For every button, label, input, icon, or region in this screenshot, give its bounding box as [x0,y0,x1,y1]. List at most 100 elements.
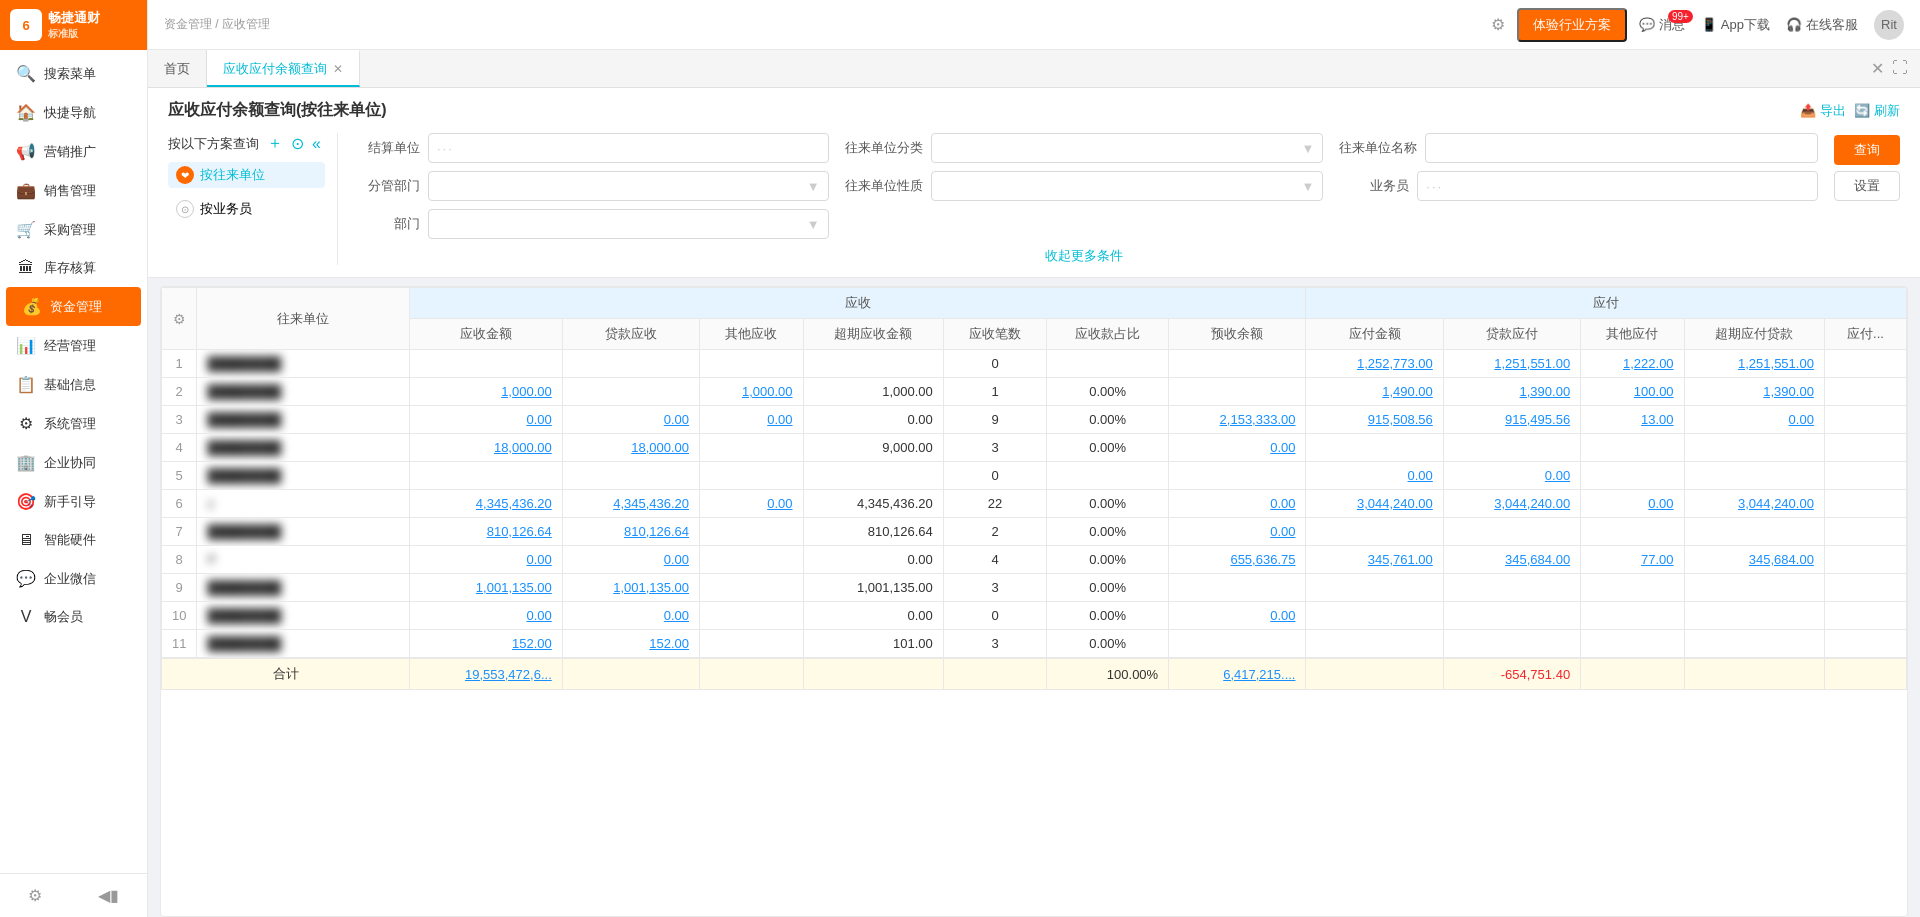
input-settlement-unit[interactable]: ··· [428,133,829,163]
add-scheme-btn[interactable]: ＋ [267,133,283,154]
ar-amount[interactable]: 0.00 [410,406,563,434]
collapse-more-btn[interactable]: 收起更多条件 [1045,244,1123,267]
prepay[interactable]: 0.00 [1169,434,1306,462]
ap-loan[interactable]: 915,495.56 [1443,406,1580,434]
ar-loan[interactable]: 0.00 [562,602,699,630]
prepay[interactable]: 655,636.75 [1169,546,1306,574]
ap-amount[interactable]: 3,044,240.00 [1306,490,1443,518]
app-download-btn[interactable]: 📱 App下载 [1701,16,1770,34]
ar-other[interactable]: 1,000.00 [700,378,803,406]
ap-other[interactable]: 13.00 [1581,406,1684,434]
sidebar-item-system[interactable]: ⚙系统管理 [0,404,147,443]
sidebar-item-inventory[interactable]: 🏛库存核算 [0,249,147,287]
ap-loan[interactable]: 1,390.00 [1443,378,1580,406]
ar-loan[interactable]: 18,000.00 [562,434,699,462]
ap-amount[interactable]: 915,508.56 [1306,406,1443,434]
ap-overdue[interactable]: 1,251,551.00 [1684,350,1824,378]
ar-amount[interactable]: 152.00 [410,630,563,659]
message-btn[interactable]: 💬 消息 99+ [1639,16,1685,34]
ar-loan[interactable]: 152.00 [562,630,699,659]
ap-overdue[interactable]: 0.00 [1684,406,1824,434]
sidebar-item-quick-nav[interactable]: 🏠快捷导航 [0,93,147,132]
maximize-btn[interactable]: ⛶ [1892,59,1908,78]
sidebar-item-search-menu[interactable]: 🔍搜索菜单 [0,54,147,93]
user-avatar[interactable]: Rit [1874,10,1904,40]
label-settlement-unit: 结算单位 [350,139,420,157]
input-salesperson[interactable]: ··· [1417,171,1818,201]
tab-close-icon[interactable]: ✕ [333,62,343,76]
refresh-btn[interactable]: 🔄 刷新 [1854,102,1900,120]
prepay[interactable]: 0.00 [1169,602,1306,630]
ap-overdue[interactable]: 3,044,240.00 [1684,490,1824,518]
scheme-partner[interactable]: ❤ 按往来单位 [168,162,325,188]
ap-amount[interactable]: 0.00 [1306,462,1443,490]
ar-amount[interactable]: 0.00 [410,602,563,630]
collapse-footer-btn[interactable]: ◀▮ [90,882,127,909]
ap-other[interactable]: 1,222.00 [1581,350,1684,378]
sidebar-item-basics[interactable]: 📋基础信息 [0,365,147,404]
ar-other[interactable]: 0.00 [700,406,803,434]
sidebar-icon-inventory: 🏛 [16,259,36,277]
ap-other[interactable]: 0.00 [1581,490,1684,518]
input-supervisor-dept[interactable]: ▼ [428,171,829,201]
sidebar-item-wechat[interactable]: 💬企业微信 [0,559,147,598]
total-prepay[interactable]: 6,417,215.... [1169,658,1306,690]
sidebar-item-sales[interactable]: 💼销售管理 [0,171,147,210]
ar-amount[interactable]: 4,345,436.20 [410,490,563,518]
prepay[interactable]: 0.00 [1169,518,1306,546]
ap-amount[interactable]: 345,761.00 [1306,546,1443,574]
ar-loan[interactable]: 810,126.64 [562,518,699,546]
sidebar-item-marketing[interactable]: 📢营销推广 [0,132,147,171]
ap-overdue[interactable]: 1,390.00 [1684,378,1824,406]
ap-overdue[interactable]: 345,684.00 [1684,546,1824,574]
ar-amount[interactable]: 18,000.00 [410,434,563,462]
service-btn[interactable]: 🎧 在线客服 [1786,16,1858,34]
total-ar-amount[interactable]: 19,553,472,6... [410,658,563,690]
tab-home[interactable]: 首页 [148,50,207,87]
ar-loan[interactable]: 1,001,135.00 [562,574,699,602]
ap-loan[interactable]: 3,044,240.00 [1443,490,1580,518]
collapse-scheme-btn[interactable]: « [312,135,321,153]
sidebar-item-guide[interactable]: 🎯新手引导 [0,482,147,521]
ar-amount[interactable]: 1,001,135.00 [410,574,563,602]
scheme-salesperson[interactable]: ⊙ 按业务员 [168,196,325,222]
sidebar-item-enterprise[interactable]: 🏢企业协同 [0,443,147,482]
gear-icon[interactable]: ⚙ [1491,15,1505,34]
promo-button[interactable]: 体验行业方案 [1517,8,1627,42]
input-partner-name[interactable] [1425,133,1818,163]
ap-amount[interactable]: 1,490.00 [1306,378,1443,406]
export-btn[interactable]: 📤 导出 [1800,102,1846,120]
ar-loan[interactable]: 0.00 [562,546,699,574]
input-partner-nature[interactable]: ▼ [931,171,1324,201]
ap-loan[interactable]: 0.00 [1443,462,1580,490]
prepay[interactable]: 0.00 [1169,490,1306,518]
close-window-btn[interactable]: ✕ [1871,59,1884,78]
tab-query-label: 应收应付余额查询 [223,60,327,78]
edit-scheme-btn[interactable]: ⊙ [291,134,304,153]
th-settings-icon[interactable]: ⚙ [162,288,197,350]
sidebar-item-hardware[interactable]: 🖥智能硬件 [0,521,147,559]
ar-amount[interactable]: 810,126.64 [410,518,563,546]
sidebar-item-operations[interactable]: 📊经营管理 [0,326,147,365]
tab-query[interactable]: 应收应付余额查询 ✕ [207,50,360,87]
input-partner-category[interactable]: ▼ [931,133,1324,163]
ar-amount[interactable]: 1,000.00 [410,378,563,406]
sidebar-item-member[interactable]: V畅会员 [0,598,147,636]
settings-btn[interactable]: 设置 [1834,171,1900,201]
prepay[interactable]: 2,153,333.00 [1169,406,1306,434]
ap-other[interactable]: 100.00 [1581,378,1684,406]
ap-loan[interactable]: 1,251,551.00 [1443,350,1580,378]
sidebar-item-finance[interactable]: 💰资金管理 [6,287,141,326]
filter-title-text: 按以下方案查询 [168,135,259,153]
ap-amount[interactable]: 1,252,773.00 [1306,350,1443,378]
ar-loan[interactable]: 0.00 [562,406,699,434]
query-btn[interactable]: 查询 [1834,135,1900,165]
ar-amount[interactable]: 0.00 [410,546,563,574]
ar-loan[interactable]: 4,345,436.20 [562,490,699,518]
ap-loan[interactable]: 345,684.00 [1443,546,1580,574]
ar-other[interactable]: 0.00 [700,490,803,518]
sidebar-item-purchase[interactable]: 🛒采购管理 [0,210,147,249]
input-department[interactable]: ▼ [428,209,829,239]
ap-other[interactable]: 77.00 [1581,546,1684,574]
settings-footer-btn[interactable]: ⚙ [20,882,50,909]
